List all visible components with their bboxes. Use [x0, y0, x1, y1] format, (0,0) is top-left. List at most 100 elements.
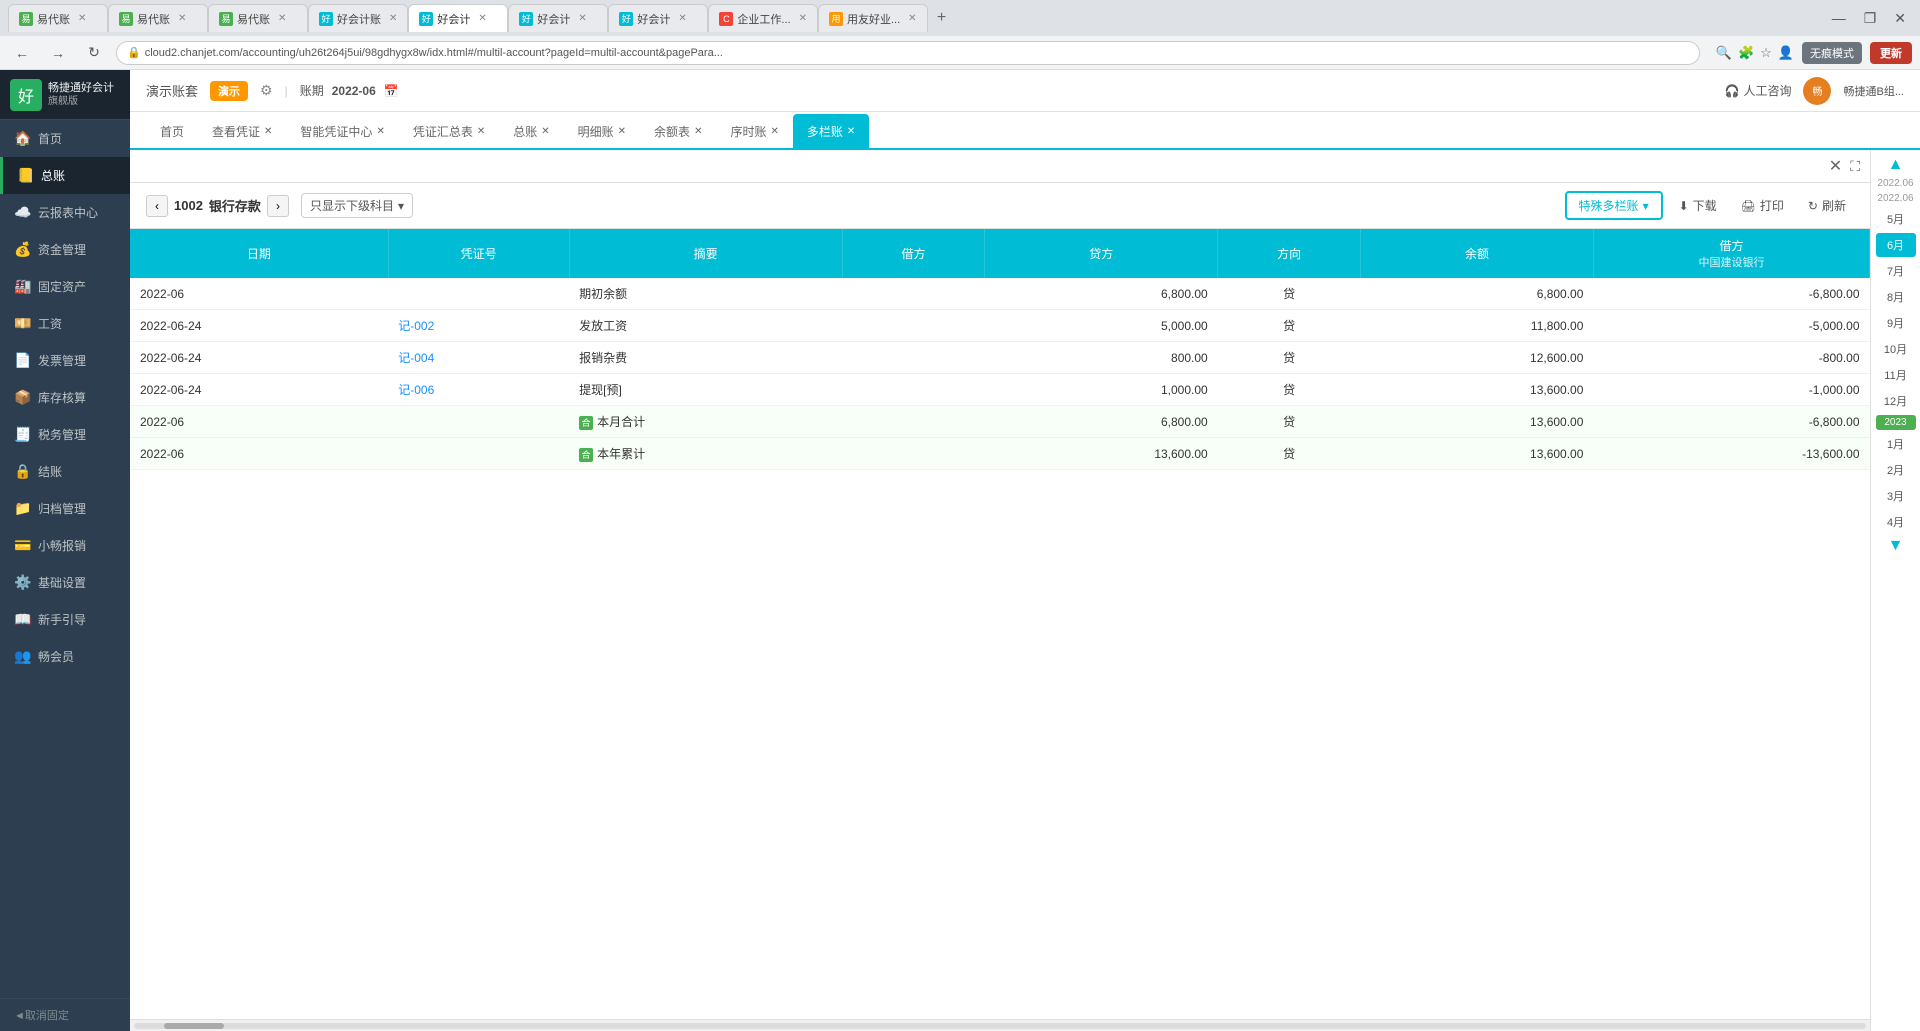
- tab-sequence[interactable]: 序时账 ✕: [716, 114, 792, 148]
- consult-btn[interactable]: 🎧 人工咨询: [1725, 82, 1792, 99]
- sidebar-item-expense[interactable]: 💳 小畅报销: [0, 527, 130, 564]
- refresh-btn[interactable]: ↻ 刷新: [1800, 191, 1854, 220]
- cal-month-jul[interactable]: 7月: [1876, 259, 1916, 283]
- tab-home[interactable]: 首页: [146, 114, 198, 148]
- browser-tab-4[interactable]: 好 好会计账 ✕: [308, 4, 408, 32]
- extension-icon[interactable]: 🧩: [1738, 45, 1754, 61]
- filter-select[interactable]: 只显示下级科目 ▾: [301, 193, 413, 218]
- cal-month-oct[interactable]: 10月: [1876, 337, 1916, 361]
- print-btn[interactable]: 🖨 打印: [1733, 191, 1792, 220]
- address-input[interactable]: 🔒 cloud2.chanjet.com/accounting/uh26t264…: [116, 41, 1700, 65]
- reload-btn[interactable]: ↻: [80, 39, 108, 67]
- cal-month-jun[interactable]: 6月: [1876, 233, 1916, 257]
- minimize-btn[interactable]: —: [1826, 8, 1852, 28]
- user-avatar[interactable]: 畅: [1803, 77, 1831, 105]
- browser-tab-3[interactable]: 易 易代账 ✕: [208, 4, 308, 32]
- horizontal-scrollbar[interactable]: [130, 1019, 1870, 1031]
- update-btn[interactable]: 更新: [1870, 42, 1912, 64]
- multi-col-btn[interactable]: 特殊多栏账 ▾: [1565, 191, 1663, 220]
- tab-summary[interactable]: 凭证汇总表 ✕: [399, 114, 499, 148]
- tab-close-6[interactable]: ✕: [578, 13, 586, 24]
- tab-voucher[interactable]: 查看凭证 ✕: [198, 114, 286, 148]
- tab-voucher-close[interactable]: ✕: [264, 126, 272, 137]
- calendar-icon[interactable]: 📅: [384, 84, 399, 98]
- browser-tab-1[interactable]: 易 易代账 ✕: [8, 4, 108, 32]
- tab-smart[interactable]: 智能凭证中心 ✕: [286, 114, 398, 148]
- sidebar-item-fund[interactable]: 💰 资金管理: [0, 231, 130, 268]
- tab-close-4[interactable]: ✕: [389, 13, 397, 24]
- tab-summary-close[interactable]: ✕: [477, 126, 485, 137]
- cell-voucher[interactable]: [388, 406, 569, 438]
- prev-account-btn[interactable]: ‹: [146, 195, 168, 217]
- restore-btn[interactable]: ❐: [1858, 8, 1883, 29]
- sidebar-item-inventory[interactable]: 📦 库存核算: [0, 379, 130, 416]
- sidebar-item-cloud[interactable]: ☁️ 云报表中心: [0, 194, 130, 231]
- tab-general-close[interactable]: ✕: [541, 126, 549, 137]
- tab-multi-close[interactable]: ✕: [847, 126, 855, 137]
- tab-detail-close[interactable]: ✕: [618, 126, 626, 137]
- sidebar-item-close[interactable]: 🔒 结账: [0, 453, 130, 490]
- tab-balance[interactable]: 余额表 ✕: [640, 114, 716, 148]
- sidebar-item-salary[interactable]: 💴 工资: [0, 305, 130, 342]
- browser-tab-8[interactable]: C 企业工作... ✕: [708, 4, 818, 32]
- sidebar-item-ledger[interactable]: 📒 总账: [0, 157, 130, 194]
- new-tab-btn[interactable]: +: [928, 4, 956, 32]
- tab-close-2[interactable]: ✕: [178, 13, 186, 24]
- expand-panel-btn[interactable]: ⛶: [1848, 156, 1862, 177]
- download-btn[interactable]: ⬇ 下载: [1671, 191, 1725, 220]
- forward-btn[interactable]: →: [44, 39, 72, 67]
- cell-voucher[interactable]: 记-002: [388, 310, 569, 342]
- topbar-settings-icon[interactable]: ⚙: [260, 82, 273, 99]
- browser-tab-7[interactable]: 好 好会计 ✕: [608, 4, 708, 32]
- tab-multi[interactable]: 多栏账 ✕: [793, 114, 869, 148]
- cal-month-nov[interactable]: 11月: [1876, 363, 1916, 387]
- browser-tab-5[interactable]: 好 好会计 ✕: [408, 4, 508, 32]
- cell-voucher[interactable]: 记-004: [388, 342, 569, 374]
- cal-month-mar[interactable]: 3月: [1876, 484, 1916, 508]
- star-icon[interactable]: ☆: [1760, 45, 1772, 61]
- close-panel-btn[interactable]: ✕: [1827, 154, 1844, 178]
- sidebar-item-home[interactable]: 🏠 首页: [0, 120, 130, 157]
- tab-balance-close[interactable]: ✕: [694, 126, 702, 137]
- cell-voucher[interactable]: 记-006: [388, 374, 569, 406]
- search-icon[interactable]: 🔍: [1716, 45, 1732, 61]
- tab-sequence-close[interactable]: ✕: [770, 126, 778, 137]
- next-account-btn[interactable]: ›: [267, 195, 289, 217]
- cell-voucher[interactable]: [388, 278, 569, 310]
- back-btn[interactable]: ←: [8, 39, 36, 67]
- close-btn[interactable]: ✕: [1888, 8, 1912, 29]
- cal-month-jan[interactable]: 1月: [1876, 432, 1916, 456]
- sidebar-item-assets[interactable]: 🏭 固定资产: [0, 268, 130, 305]
- tab-close-1[interactable]: ✕: [78, 13, 86, 24]
- profile-icon[interactable]: 👤: [1778, 45, 1794, 61]
- sidebar-item-tax[interactable]: 🧾 税务管理: [0, 416, 130, 453]
- sidebar-item-settings[interactable]: ⚙️ 基础设置: [0, 564, 130, 601]
- cal-month-aug[interactable]: 8月: [1876, 285, 1916, 309]
- sidebar-item-archive[interactable]: 📁 归档管理: [0, 490, 130, 527]
- sidebar-item-member[interactable]: 👥 畅会员: [0, 638, 130, 675]
- sidebar-item-invoice[interactable]: 📄 发票管理: [0, 342, 130, 379]
- cal-month-feb[interactable]: 2月: [1876, 458, 1916, 482]
- tab-detail[interactable]: 明细账 ✕: [564, 114, 640, 148]
- cal-scroll-up[interactable]: ▲: [1888, 156, 1904, 174]
- stealth-btn[interactable]: 无痕模式: [1802, 42, 1862, 64]
- sidebar-pin[interactable]: ◄取消固定: [0, 998, 130, 1031]
- scroll-thumb[interactable]: [164, 1023, 224, 1029]
- browser-tab-6[interactable]: 好 好会计 ✕: [508, 4, 608, 32]
- cell-voucher[interactable]: [388, 438, 569, 470]
- cal-month-sep[interactable]: 9月: [1876, 311, 1916, 335]
- tab-general[interactable]: 总账 ✕: [499, 114, 563, 148]
- tab-close-8[interactable]: ✕: [799, 13, 807, 24]
- cal-scroll-down[interactable]: ▼: [1888, 537, 1904, 555]
- tab-smart-close[interactable]: ✕: [376, 126, 384, 137]
- tab-close-9[interactable]: ✕: [908, 13, 916, 24]
- tab-close-3[interactable]: ✕: [278, 13, 286, 24]
- cal-month-apr[interactable]: 4月: [1876, 510, 1916, 534]
- tab-close-5[interactable]: ✕: [478, 13, 486, 24]
- sidebar-item-guide[interactable]: 📖 新手引导: [0, 601, 130, 638]
- tab-close-7[interactable]: ✕: [678, 13, 686, 24]
- cal-month-dec[interactable]: 12月: [1876, 389, 1916, 413]
- browser-tab-9[interactable]: 用 用友好业... ✕: [818, 4, 928, 32]
- cal-month-may[interactable]: 5月: [1876, 207, 1916, 231]
- browser-tab-2[interactable]: 易 易代账 ✕: [108, 4, 208, 32]
